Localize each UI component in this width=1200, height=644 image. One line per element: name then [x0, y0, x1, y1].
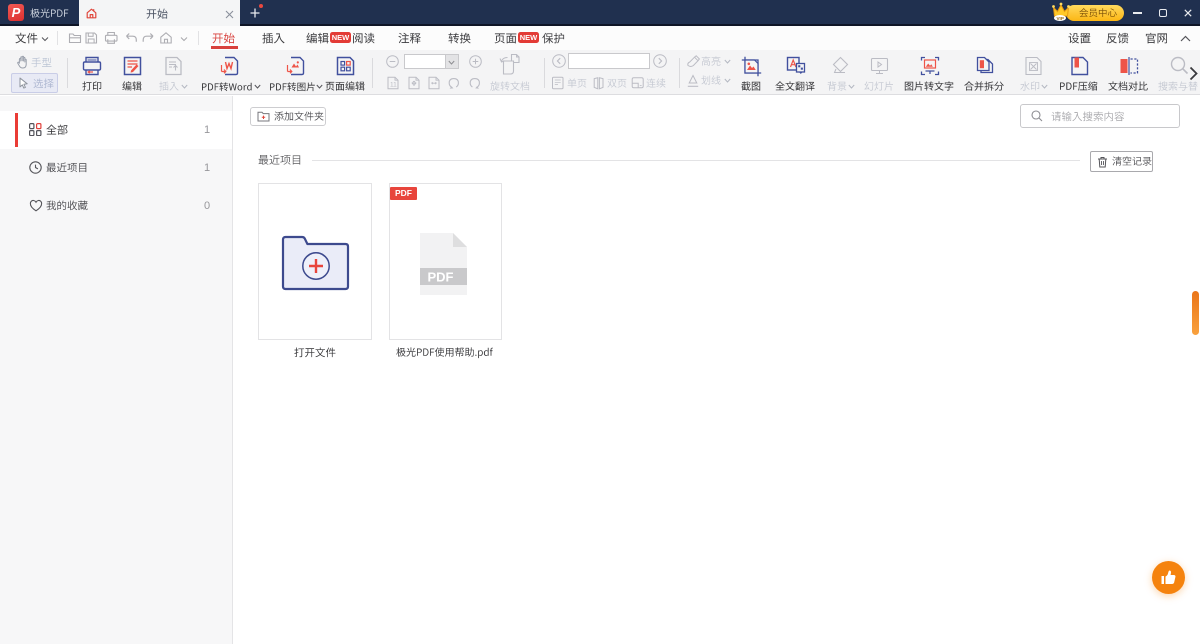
svg-text:PDF: PDF: [428, 270, 454, 285]
svg-text:11: 11: [390, 82, 397, 89]
svg-text:VIP: VIP: [1056, 16, 1063, 21]
